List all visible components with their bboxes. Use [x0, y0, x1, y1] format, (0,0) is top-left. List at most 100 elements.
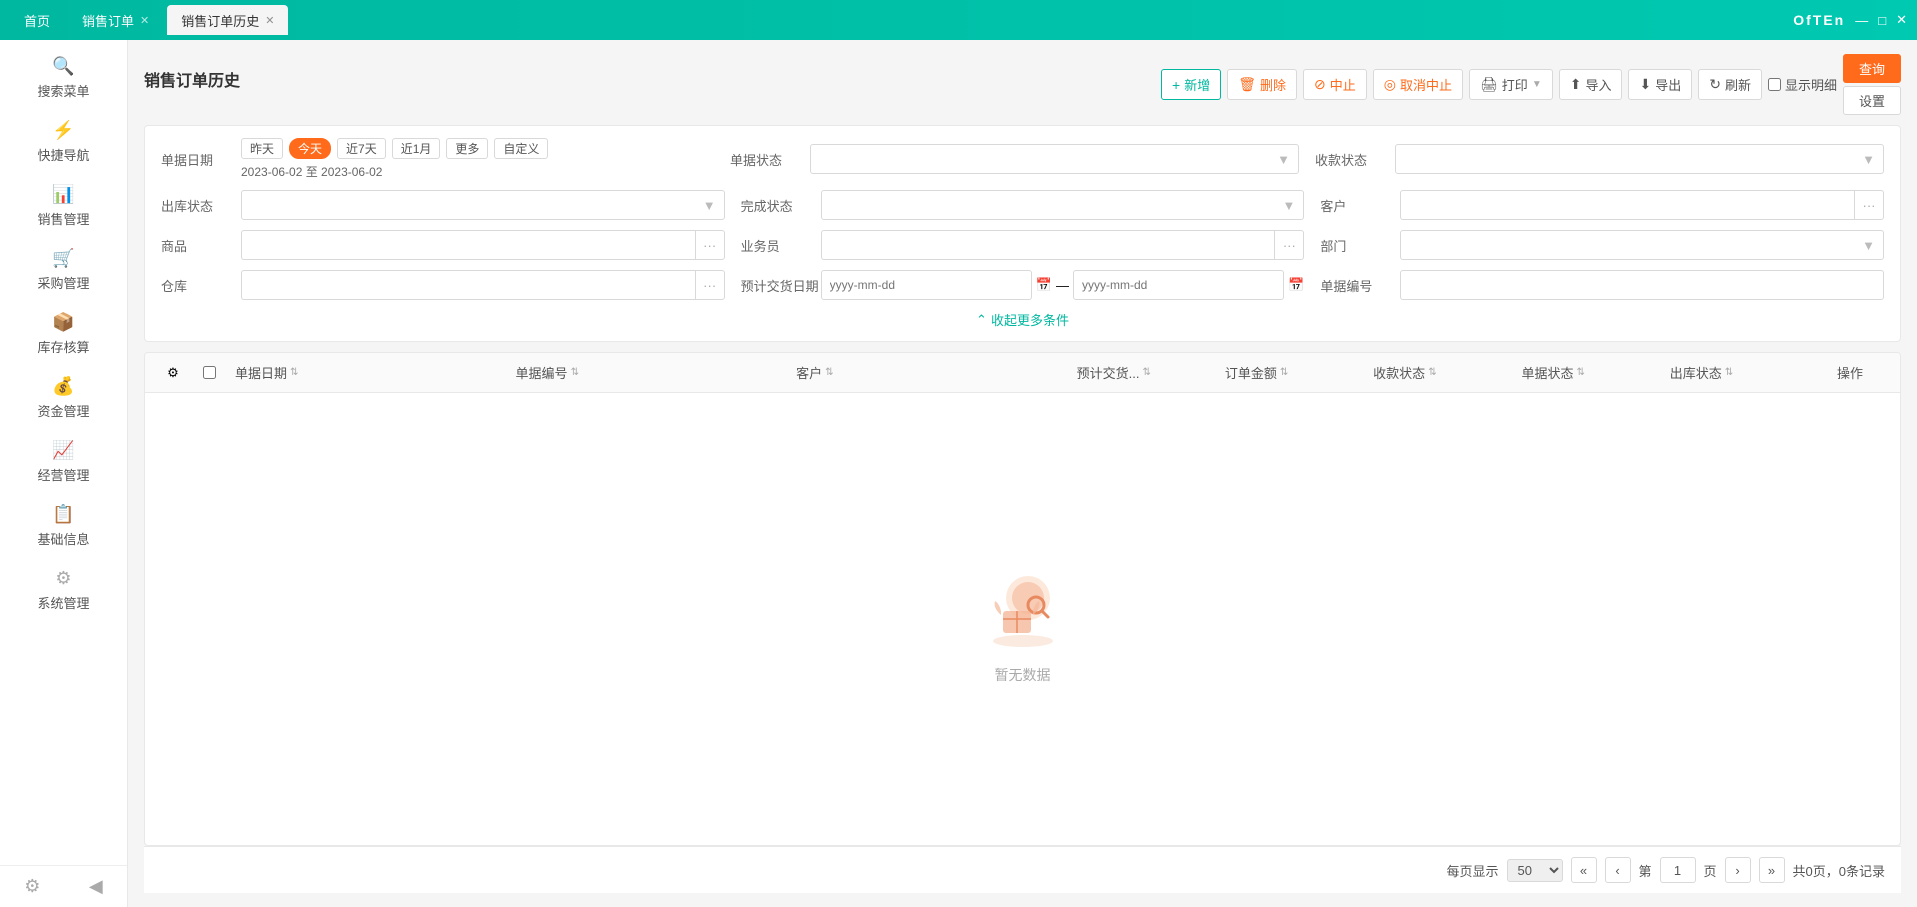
sidebar-item-label: 资金管理 [37, 401, 89, 420]
minimize-icon[interactable]: — [1855, 13, 1868, 28]
sidebar-item-label: 销售管理 [37, 209, 89, 228]
date-btn-7days[interactable]: 近7天 [337, 138, 386, 159]
goods-dots-btn[interactable]: ··· [695, 230, 725, 260]
warehouse-dots-btn[interactable]: ··· [695, 270, 725, 300]
sidebar-item-inventory[interactable]: 📦 库存核算 [0, 302, 127, 366]
bill-status-select[interactable]: ▼ [810, 144, 1299, 174]
show-detail-checkbox[interactable]: 显示明细 [1768, 75, 1837, 94]
th-out-status-sort-icon[interactable]: ⇅ [1725, 367, 1733, 378]
close-tab-sales-order-history[interactable]: ✕ [265, 14, 274, 27]
sidebar-bottom-settings-icon[interactable]: ⚙ [24, 876, 40, 897]
pay-status-arrow-icon: ▼ [1862, 152, 1875, 167]
sidebar-item-search[interactable]: 🔍 搜索菜单 [0, 46, 127, 110]
last-page-btn[interactable]: » [1759, 857, 1785, 883]
cancel-stop-button[interactable]: ◎ 取消中止 [1373, 69, 1463, 100]
sidebar-item-purchase[interactable]: 🛒 采购管理 [0, 238, 127, 302]
refresh-label: 刷新 [1725, 75, 1751, 94]
date-btn-1month[interactable]: 近1月 [392, 138, 441, 159]
salesperson-input: ··· [821, 230, 1305, 260]
out-status-arrow-icon: ▼ [703, 198, 716, 213]
th-no-label: 单据编号 [516, 363, 568, 382]
page-label-pre: 第 [1639, 861, 1652, 880]
th-bill-status-sort-icon[interactable]: ⇅ [1576, 367, 1584, 378]
add-icon: + [1172, 77, 1180, 93]
maximize-icon[interactable]: □ [1878, 13, 1886, 28]
empty-text: 暂无数据 [995, 665, 1051, 685]
add-button[interactable]: + 新增 [1161, 69, 1221, 100]
delete-button[interactable]: 🗑 删除 [1227, 69, 1297, 100]
delivery-date-start[interactable] [821, 270, 1032, 300]
th-date-sort-icon[interactable]: ⇅ [290, 367, 298, 378]
sidebar-item-basics[interactable]: 📋 基础信息 [0, 494, 127, 558]
out-status-select[interactable]: ▼ [241, 190, 725, 220]
query-button[interactable]: 查询 [1843, 54, 1901, 83]
date-btn-today[interactable]: 今天 [289, 138, 331, 159]
delivery-date-range: 📅 — 📅 [821, 270, 1305, 300]
search-menu-icon: 🔍 [52, 56, 74, 77]
th-no: 单据编号 ⇅ [508, 363, 789, 382]
th-delivery-sort-icon[interactable]: ⇅ [1142, 367, 1150, 378]
delivery-date-end[interactable] [1073, 270, 1284, 300]
settings-button[interactable]: 设置 [1843, 86, 1901, 115]
th-no-sort-icon[interactable]: ⇅ [571, 367, 579, 378]
th-action-label: 操作 [1837, 363, 1863, 382]
th-settings[interactable]: ⚙ [155, 365, 191, 381]
th-action: 操作 [1810, 363, 1890, 382]
th-customer-sort-icon[interactable]: ⇅ [825, 367, 833, 378]
pay-status-label: 收款状态 [1315, 150, 1395, 169]
refresh-icon: ↻ [1709, 76, 1721, 93]
sidebar-item-label: 基础信息 [37, 529, 89, 548]
select-all-checkbox[interactable] [203, 366, 216, 379]
sidebar-item-operations[interactable]: 📈 经营管理 [0, 430, 127, 494]
quicknav-icon: ⚡ [52, 120, 74, 141]
delivery-date-label: 预计交货日期 [741, 276, 821, 295]
filter-panel: 单据日期 昨天 今天 近7天 近1月 更多 自定义 2023-06-02 至 2… [144, 125, 1901, 342]
sales-icon: 📊 [52, 184, 74, 205]
tab-home[interactable]: 首页 [10, 5, 64, 35]
sidebar-item-finance[interactable]: 💰 资金管理 [0, 366, 127, 430]
first-page-btn[interactable]: « [1571, 857, 1597, 883]
date-btn-yesterday[interactable]: 昨天 [241, 138, 283, 159]
th-amount: 订单金额 ⇅ [1217, 363, 1365, 382]
filter-row-1: 单据日期 昨天 今天 近7天 近1月 更多 自定义 2023-06-02 至 2… [161, 138, 1884, 180]
refresh-button[interactable]: ↻ 刷新 [1698, 69, 1762, 100]
sidebar-item-quicknav[interactable]: ⚡ 快捷导航 [0, 110, 127, 174]
th-amount-sort-icon[interactable]: ⇅ [1280, 367, 1288, 378]
date-range-text: 2023-06-02 至 2023-06-02 [241, 163, 730, 180]
pay-status-select[interactable]: ▼ [1395, 144, 1884, 174]
top-bar-right: OfTEn — □ ✕ [1793, 12, 1907, 28]
complete-status-select[interactable]: ▼ [821, 190, 1305, 220]
bill-no-label: 单据编号 [1320, 276, 1400, 295]
bill-no-input[interactable] [1400, 270, 1884, 300]
content-area: 销售订单历史 + 新增 🗑 删除 ⊘ 中止 ◎ 取消中止 [128, 40, 1917, 907]
page-size-select[interactable]: 50 10 20 100 [1507, 859, 1563, 882]
salesperson-dots-btn[interactable]: ··· [1274, 230, 1304, 260]
th-checkbox[interactable] [191, 366, 227, 379]
sidebar-item-sales[interactable]: 📊 销售管理 [0, 174, 127, 238]
collapse-row[interactable]: ⌃ 收起更多条件 [161, 310, 1884, 329]
date-btn-more[interactable]: 更多 [446, 138, 488, 159]
print-button[interactable]: 🖨 打印 ▼ [1469, 69, 1553, 100]
sidebar-bottom-collapse-icon[interactable]: ◀ [89, 876, 103, 897]
export-button[interactable]: ⬇ 导出 [1628, 69, 1692, 100]
next-page-btn[interactable]: › [1725, 857, 1751, 883]
close-tab-sales-order[interactable]: ✕ [140, 14, 149, 27]
prev-page-btn[interactable]: ‹ [1605, 857, 1631, 883]
stop-button[interactable]: ⊘ 中止 [1303, 69, 1367, 100]
show-detail-input[interactable] [1768, 78, 1781, 91]
th-pay-status-sort-icon[interactable]: ⇅ [1428, 367, 1436, 378]
close-app-icon[interactable]: ✕ [1896, 12, 1907, 28]
filter-row-4: 仓库 ··· 预计交货日期 📅 — 📅 单据编号 [161, 270, 1884, 300]
dept-select[interactable]: ▼ [1400, 230, 1884, 260]
print-arrow-icon: ▼ [1532, 79, 1542, 90]
th-out-status-label: 出库状态 [1670, 363, 1722, 382]
sidebar-item-system[interactable]: ⚙ 系统管理 [0, 558, 127, 622]
page-number-input[interactable] [1660, 857, 1696, 883]
tab-sales-order-history[interactable]: 销售订单历史 ✕ [167, 5, 288, 35]
goods-input: ··· [241, 230, 725, 260]
table-empty: 暂无数据 [145, 393, 1900, 845]
import-button[interactable]: ⬆ 导入 [1559, 69, 1623, 100]
customer-dots-btn[interactable]: ··· [1854, 190, 1884, 220]
date-btn-custom[interactable]: 自定义 [494, 138, 548, 159]
tab-sales-order[interactable]: 销售订单 ✕ [68, 5, 163, 35]
